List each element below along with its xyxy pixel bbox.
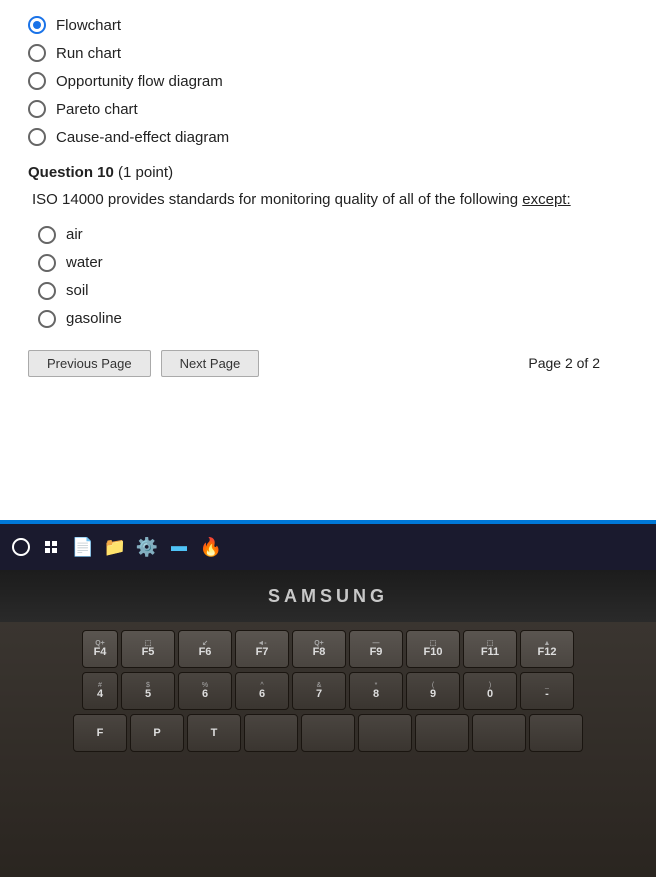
question-10-section: Question 10 (1 point) ISO 14000 provides…	[28, 164, 628, 328]
key-7[interactable]: & 7	[292, 672, 346, 710]
key-blank2[interactable]	[301, 714, 355, 752]
key-f7[interactable]: ◄- F7	[235, 630, 289, 668]
radio-flowchart[interactable]	[28, 16, 46, 34]
key-blank4[interactable]	[415, 714, 469, 752]
option-air-label: air	[66, 226, 83, 243]
key-4[interactable]: # 4	[82, 672, 118, 710]
radio-cause[interactable]	[28, 128, 46, 146]
option-cause[interactable]: Cause-and-effect diagram	[28, 128, 628, 146]
option-flowchart-label: Flowchart	[56, 17, 121, 34]
option-water[interactable]: water	[38, 254, 628, 272]
key-minus[interactable]: _ -	[520, 672, 574, 710]
key-f10[interactable]: ⬚ F10	[406, 630, 460, 668]
radio-soil[interactable]	[38, 282, 56, 300]
key-blank5[interactable]	[472, 714, 526, 752]
radio-opportunity[interactable]	[28, 72, 46, 90]
question-10-text: ISO 14000 provides standards for monitor…	[32, 189, 628, 212]
option-air[interactable]: air	[38, 226, 628, 244]
option-soil[interactable]: soil	[38, 282, 628, 300]
radio-runchart[interactable]	[28, 44, 46, 62]
option-runchart-label: Run chart	[56, 45, 121, 62]
key-f6[interactable]: ↙ F6	[178, 630, 232, 668]
option-soil-label: soil	[66, 282, 89, 299]
browser-icon[interactable]: 🔥	[200, 536, 222, 558]
samsung-logo: SAMSUNG	[268, 586, 388, 607]
key-8[interactable]: * 8	[349, 672, 403, 710]
option-cause-label: Cause-and-effect diagram	[56, 129, 229, 146]
task-view-icon[interactable]	[40, 536, 62, 558]
screen: Flowchart Run chart Opportunity flow dia…	[0, 0, 656, 520]
search-icon[interactable]	[12, 538, 30, 556]
previous-page-button[interactable]: Previous Page	[28, 350, 151, 377]
key-f11[interactable]: ⬚ F11	[463, 630, 517, 668]
folder-icon[interactable]: 📁	[104, 536, 126, 558]
taskbar-bar-icon[interactable]: ▬	[168, 536, 190, 558]
question-10-text-underline: except:	[522, 191, 570, 208]
key-5[interactable]: $ 5	[121, 672, 175, 710]
previous-options-group: Flowchart Run chart Opportunity flow dia…	[28, 16, 628, 146]
option-runchart[interactable]: Run chart	[28, 44, 628, 62]
key-f4[interactable]: Q+ F4	[82, 630, 118, 668]
key-blank6[interactable]	[529, 714, 583, 752]
navigation-row: Previous Page Next Page Page 2 of 2	[28, 350, 628, 377]
option-gasoline[interactable]: gasoline	[38, 310, 628, 328]
key-f8[interactable]: Q+ F8	[292, 630, 346, 668]
option-pareto[interactable]: Pareto chart	[28, 100, 628, 118]
option-water-label: water	[66, 254, 103, 271]
keyboard-area: Q+ F4 ⬚ F5 ↙ F6 ◄- F7 Q+ F8 — F9 ⬚ F10 ⬚	[0, 622, 656, 877]
keyboard-fn-row: Q+ F4 ⬚ F5 ↙ F6 ◄- F7 Q+ F8 — F9 ⬚ F10 ⬚	[4, 630, 652, 668]
option-opportunity-label: Opportunity flow diagram	[56, 73, 223, 90]
keyboard-number-row: # 4 $ 5 % 6 ^ 6 & 7 * 8 ( 9 ) 0	[4, 672, 652, 710]
question-10-options: air water soil gasoline	[38, 226, 628, 328]
key-f9[interactable]: — F9	[349, 630, 403, 668]
question-10-points: (1 point)	[118, 164, 173, 181]
option-pareto-label: Pareto chart	[56, 101, 138, 118]
question-10-header: Question 10 (1 point)	[28, 164, 628, 181]
question-10-text-before: ISO 14000 provides standards for monitor…	[32, 191, 522, 208]
samsung-bezel: SAMSUNG	[0, 570, 656, 622]
key-0[interactable]: ) 0	[463, 672, 517, 710]
key-9[interactable]: ( 9	[406, 672, 460, 710]
radio-water[interactable]	[38, 254, 56, 272]
keyboard-bottom-row: F P T	[4, 714, 652, 752]
option-flowchart[interactable]: Flowchart	[28, 16, 628, 34]
settings-icon[interactable]: ⚙️	[136, 536, 158, 558]
next-page-button[interactable]: Next Page	[161, 350, 260, 377]
key-F[interactable]: F	[73, 714, 127, 752]
radio-gasoline[interactable]	[38, 310, 56, 328]
question-10-title: Question 10	[28, 164, 114, 181]
taskbar: 📄 📁 ⚙️ ▬ 🔥	[0, 522, 656, 570]
key-p[interactable]: P	[130, 714, 184, 752]
page-indicator: Page 2 of 2	[528, 355, 600, 371]
radio-air[interactable]	[38, 226, 56, 244]
key-blank1[interactable]	[244, 714, 298, 752]
key-f5[interactable]: ⬚ F5	[121, 630, 175, 668]
key-f12[interactable]: ▲ F12	[520, 630, 574, 668]
file-icon[interactable]: 📄	[72, 536, 94, 558]
option-gasoline-label: gasoline	[66, 310, 122, 327]
radio-pareto[interactable]	[28, 100, 46, 118]
option-opportunity[interactable]: Opportunity flow diagram	[28, 72, 628, 90]
content-area: Flowchart Run chart Opportunity flow dia…	[0, 0, 656, 520]
key-caret-6[interactable]: ^ 6	[235, 672, 289, 710]
key-blank3[interactable]	[358, 714, 412, 752]
key-t[interactable]: T	[187, 714, 241, 752]
key-6[interactable]: % 6	[178, 672, 232, 710]
